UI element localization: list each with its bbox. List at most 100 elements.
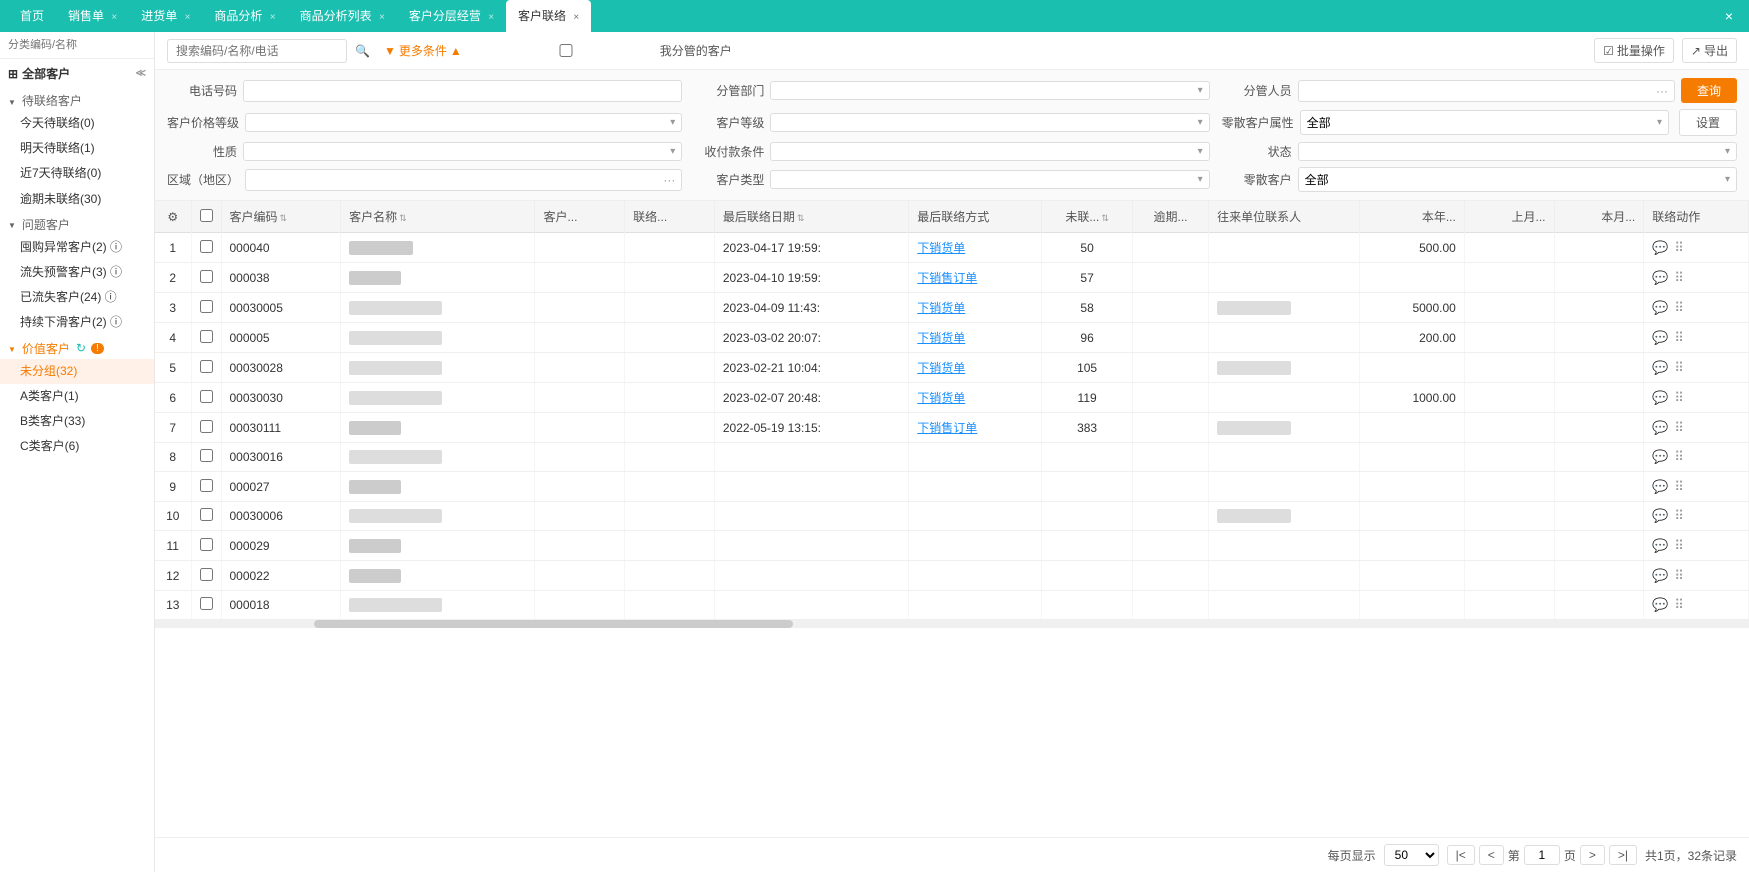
- settings-icon[interactable]: ⚙: [167, 210, 178, 224]
- menu-icon[interactable]: ⠿: [1674, 420, 1684, 436]
- call-icon[interactable]: 💬: [1652, 300, 1668, 316]
- menu-icon[interactable]: ⠿: [1674, 300, 1684, 316]
- menu-icon[interactable]: ⠿: [1674, 597, 1684, 613]
- retail-cust-select[interactable]: 全部 ▾: [1298, 167, 1737, 192]
- menu-icon[interactable]: ⠿: [1674, 390, 1684, 406]
- last-page-btn[interactable]: >|: [1609, 845, 1637, 865]
- scrollbar-thumb[interactable]: [314, 620, 792, 628]
- call-icon[interactable]: 💬: [1652, 330, 1668, 346]
- row-checkbox[interactable]: [200, 479, 213, 492]
- price-grade-select[interactable]: ▾: [245, 113, 682, 132]
- close-pa-icon[interactable]: ×: [270, 12, 276, 23]
- th-last-date[interactable]: 最后联络日期⇅: [714, 201, 908, 233]
- region-select[interactable]: ···: [245, 169, 682, 191]
- sidebar-search-input[interactable]: [8, 39, 150, 51]
- nav-home[interactable]: 首页: [8, 0, 56, 32]
- sidebar-item-classB[interactable]: B类客户(33): [0, 409, 154, 434]
- last-way-link[interactable]: 下销货单: [917, 391, 965, 405]
- last-way-link[interactable]: 下销售订单: [917, 421, 977, 435]
- row-checkbox[interactable]: [200, 538, 213, 551]
- menu-icon[interactable]: ⠿: [1674, 240, 1684, 256]
- row-checkbox[interactable]: [200, 390, 213, 403]
- search-input[interactable]: [167, 39, 347, 63]
- call-icon[interactable]: 💬: [1652, 240, 1668, 256]
- refresh-value-icon[interactable]: ↻: [76, 341, 86, 355]
- query-btn[interactable]: 查询: [1681, 78, 1737, 103]
- page-number-input[interactable]: [1524, 845, 1560, 865]
- reset-btn[interactable]: 设置: [1679, 109, 1737, 136]
- retail-attr-select[interactable]: 全部 ▾: [1300, 110, 1669, 135]
- row-checkbox[interactable]: [200, 360, 213, 373]
- close-sales-icon[interactable]: ×: [111, 12, 117, 23]
- call-icon[interactable]: 💬: [1652, 568, 1668, 584]
- close-purchase-icon[interactable]: ×: [185, 12, 191, 23]
- close-cc-icon[interactable]: ×: [573, 12, 579, 23]
- export-btn[interactable]: ↗ 导出: [1682, 38, 1737, 63]
- last-way-link[interactable]: 下销货单: [917, 361, 965, 375]
- call-icon[interactable]: 💬: [1652, 508, 1668, 524]
- my-customers-check[interactable]: [476, 44, 656, 57]
- nav-purchase[interactable]: 进货单 ×: [129, 0, 202, 32]
- sidebar-item-today[interactable]: 今天待联络(0): [0, 111, 154, 136]
- menu-icon[interactable]: ⠿: [1674, 538, 1684, 554]
- row-checkbox[interactable]: [200, 508, 213, 521]
- problem-customers-group[interactable]: 问题客户: [0, 212, 154, 235]
- dept-select[interactable]: ▾: [770, 81, 1209, 100]
- call-icon[interactable]: 💬: [1652, 420, 1668, 436]
- call-icon[interactable]: 💬: [1652, 449, 1668, 465]
- pay-select[interactable]: ▾: [770, 142, 1209, 161]
- sidebar-item-classC[interactable]: C类客户(6): [0, 434, 154, 459]
- call-icon[interactable]: 💬: [1652, 479, 1668, 495]
- row-checkbox[interactable]: [200, 568, 213, 581]
- close-ct-icon[interactable]: ×: [488, 12, 494, 23]
- sidebar-item-ungrouped[interactable]: 未分组(32): [0, 359, 154, 384]
- menu-icon[interactable]: ⠿: [1674, 479, 1684, 495]
- region-more-icon[interactable]: ···: [663, 173, 675, 187]
- collapse-icon[interactable]: ≪: [136, 68, 146, 79]
- person-select[interactable]: ···: [1298, 80, 1675, 102]
- close-pl-icon[interactable]: ×: [379, 12, 385, 23]
- th-name[interactable]: 客户名称⇅: [341, 201, 535, 233]
- first-page-btn[interactable]: |<: [1447, 845, 1475, 865]
- pending-contact-group[interactable]: 待联络客户: [0, 88, 154, 111]
- my-customers-checkbox[interactable]: 我分管的客户: [476, 42, 732, 59]
- more-conditions-btn[interactable]: ▼ 更多条件 ▲: [378, 39, 468, 62]
- th-settings[interactable]: ⚙: [155, 201, 191, 233]
- call-icon[interactable]: 💬: [1652, 538, 1668, 554]
- value-customers-group[interactable]: 价值客户 ↻ !: [0, 336, 154, 359]
- row-checkbox[interactable]: [200, 270, 213, 283]
- search-bar-icon[interactable]: 🔍: [355, 44, 370, 58]
- row-checkbox[interactable]: [200, 420, 213, 433]
- sidebar-item-classA[interactable]: A类客户(1): [0, 384, 154, 409]
- call-icon[interactable]: 💬: [1652, 360, 1668, 376]
- more-icon[interactable]: ···: [1656, 84, 1668, 98]
- menu-icon[interactable]: ⠿: [1674, 360, 1684, 376]
- per-page-select[interactable]: 50 100 200: [1384, 844, 1439, 866]
- last-way-link[interactable]: 下销售订单: [917, 271, 977, 285]
- all-customers-header[interactable]: ⊞ 全部客户 ≪: [0, 59, 154, 88]
- window-close-button[interactable]: ×: [1717, 8, 1741, 24]
- next-page-btn[interactable]: >: [1580, 845, 1605, 865]
- menu-icon[interactable]: ⠿: [1674, 568, 1684, 584]
- th-code[interactable]: 客户编码⇅: [221, 201, 341, 233]
- sidebar-item-declining[interactable]: 持续下滑客户(2) ⓘ: [0, 310, 154, 335]
- menu-icon[interactable]: ⠿: [1674, 449, 1684, 465]
- menu-icon[interactable]: ⠿: [1674, 270, 1684, 286]
- call-icon[interactable]: 💬: [1652, 270, 1668, 286]
- row-checkbox[interactable]: [200, 240, 213, 253]
- menu-icon[interactable]: ⠿: [1674, 508, 1684, 524]
- last-way-link[interactable]: 下销货单: [917, 301, 965, 315]
- call-icon[interactable]: 💬: [1652, 390, 1668, 406]
- sidebar-item-overdue[interactable]: 逾期未联络(30): [0, 187, 154, 212]
- nav-customer-contact[interactable]: 客户联络 ×: [506, 0, 591, 32]
- nav-product-list[interactable]: 商品分析列表 ×: [288, 0, 397, 32]
- sidebar-item-7days[interactable]: 近7天待联络(0): [0, 161, 154, 186]
- call-icon[interactable]: 💬: [1652, 597, 1668, 613]
- cust-grade-select[interactable]: ▾: [770, 113, 1209, 132]
- horizontal-scrollbar[interactable]: [155, 620, 1749, 628]
- last-way-link[interactable]: 下销货单: [917, 241, 965, 255]
- sidebar-item-churn-warning[interactable]: 流失预警客户(3) ⓘ: [0, 260, 154, 285]
- th-uncontact[interactable]: 未联...⇅: [1042, 201, 1133, 233]
- select-all-checkbox[interactable]: [200, 209, 213, 222]
- status-select[interactable]: ▾: [1298, 142, 1737, 161]
